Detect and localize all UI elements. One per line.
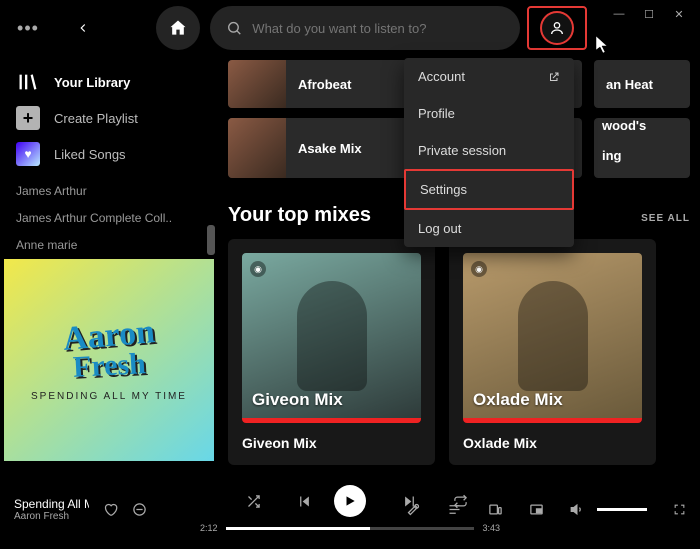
back-button[interactable]	[68, 13, 98, 43]
spotify-logo-icon: ◉	[250, 261, 266, 277]
play-button[interactable]	[334, 485, 366, 517]
mix-caption: Oxlade Mix	[463, 435, 642, 451]
user-icon	[549, 20, 565, 36]
menu-settings[interactable]: Settings	[404, 169, 574, 210]
repeat-button[interactable]	[453, 494, 468, 509]
search-container[interactable]	[210, 6, 520, 50]
sidebar-item-label: Your Library	[54, 75, 130, 90]
see-all-link[interactable]: SEE ALL	[641, 213, 690, 224]
mix-caption: Giveon Mix	[242, 435, 421, 451]
shortcut-image	[228, 60, 286, 108]
chevron-left-icon	[76, 21, 90, 35]
mix-image: ◉ Oxlade Mix	[463, 253, 642, 423]
spotify-logo-icon: ◉	[471, 261, 487, 277]
expand-icon	[673, 503, 686, 516]
sidebar-item-label: Liked Songs	[54, 147, 126, 162]
player-bar: Spending All M Aaron Fresh 2:12	[0, 469, 700, 549]
menu-label: Private session	[418, 143, 506, 158]
library-icon	[16, 70, 40, 94]
sidebar-playlist-item[interactable]: James Arthur Complete Coll..	[0, 205, 218, 232]
window-maximize[interactable]: ☐	[634, 0, 664, 28]
sidebar-create-playlist[interactable]: + Create Playlist	[0, 100, 218, 136]
like-button[interactable]	[103, 502, 118, 517]
pip-icon	[529, 502, 544, 517]
mix-card-giveon[interactable]: ◉ Giveon Mix Giveon Mix	[228, 239, 435, 465]
skip-back-icon	[297, 494, 312, 509]
menu-log-out[interactable]: Log out	[404, 210, 574, 247]
plus-icon: +	[16, 106, 40, 130]
mix-overlay-name: Oxlade Mix	[473, 390, 563, 410]
volume-slider[interactable]	[597, 508, 647, 511]
section-title: Your top mixes	[228, 204, 371, 227]
shuffle-button[interactable]	[246, 494, 261, 509]
progress-bar[interactable]	[226, 527, 475, 530]
now-playing-artist[interactable]: Aaron Fresh	[14, 511, 89, 522]
sidebar-your-library[interactable]: Your Library	[0, 64, 218, 100]
sidebar-scrollbar[interactable]	[207, 225, 215, 255]
shortcut-hollywoods[interactable]: wood's ing	[594, 118, 690, 178]
now-playing-title[interactable]: Spending All M	[14, 497, 89, 511]
elapsed-time: 2:12	[200, 523, 218, 533]
mouse-cursor-icon	[596, 36, 610, 54]
sidebar-playlist-item[interactable]: Anne marie	[0, 232, 218, 259]
profile-button[interactable]	[540, 11, 574, 45]
cover-text: Fresh	[72, 348, 146, 386]
next-button[interactable]	[402, 494, 417, 509]
person-silhouette	[297, 281, 367, 391]
mix-overlay-name: Giveon Mix	[252, 390, 343, 410]
sidebar-playlist-item[interactable]: James Arthur	[0, 178, 218, 205]
profile-dropdown: Account Profile Private session Settings…	[404, 58, 574, 247]
sidebar-liked-songs[interactable]: ♥ Liked Songs	[0, 136, 218, 172]
search-icon	[226, 19, 242, 37]
duration-time: 3:43	[482, 523, 500, 533]
volume-icon	[570, 502, 585, 517]
menu-profile[interactable]: Profile	[404, 95, 574, 132]
heart-icon: ♥	[16, 142, 40, 166]
menu-label: Profile	[418, 106, 455, 121]
menu-private-session[interactable]: Private session	[404, 132, 574, 169]
play-icon	[343, 494, 357, 508]
shortcut-image	[228, 118, 286, 178]
home-icon	[168, 18, 188, 38]
now-playing-cover[interactable]: Aaron Fresh SPENDING ALL MY TIME	[4, 259, 214, 461]
app-menu-button[interactable]: •••	[8, 18, 48, 39]
menu-label: Account	[418, 69, 465, 84]
sidebar: Your Library + Create Playlist ♥ Liked S…	[0, 56, 218, 469]
menu-label: Settings	[420, 182, 467, 197]
mix-card-oxlade[interactable]: ◉ Oxlade Mix Oxlade Mix	[449, 239, 656, 465]
person-silhouette	[518, 281, 588, 391]
cover-tagline: SPENDING ALL MY TIME	[31, 391, 187, 402]
home-button[interactable]	[156, 6, 200, 50]
window-minimize[interactable]: —	[604, 0, 634, 28]
shortcut-label: ing	[598, 148, 626, 178]
minus-circle-icon	[132, 502, 147, 517]
search-input[interactable]	[252, 21, 504, 36]
shortcut-african-heat[interactable]: an Heat	[594, 60, 690, 108]
volume-button[interactable]	[570, 502, 585, 517]
shortcut-label: an Heat	[594, 77, 690, 92]
shuffle-icon	[246, 494, 261, 509]
sidebar-item-label: Create Playlist	[54, 111, 138, 126]
external-link-icon	[548, 71, 560, 83]
previous-button[interactable]	[297, 494, 312, 509]
skip-forward-icon	[402, 494, 417, 509]
dislike-button[interactable]	[132, 502, 147, 517]
pip-button[interactable]	[529, 502, 544, 517]
mix-image: ◉ Giveon Mix	[242, 253, 421, 423]
menu-account[interactable]: Account	[404, 58, 574, 95]
menu-label: Log out	[418, 221, 461, 236]
heart-outline-icon	[103, 502, 118, 517]
fullscreen-button[interactable]	[673, 503, 686, 516]
repeat-icon	[453, 494, 468, 509]
window-close[interactable]: ✕	[664, 0, 694, 28]
shortcut-label: wood's	[598, 118, 650, 148]
